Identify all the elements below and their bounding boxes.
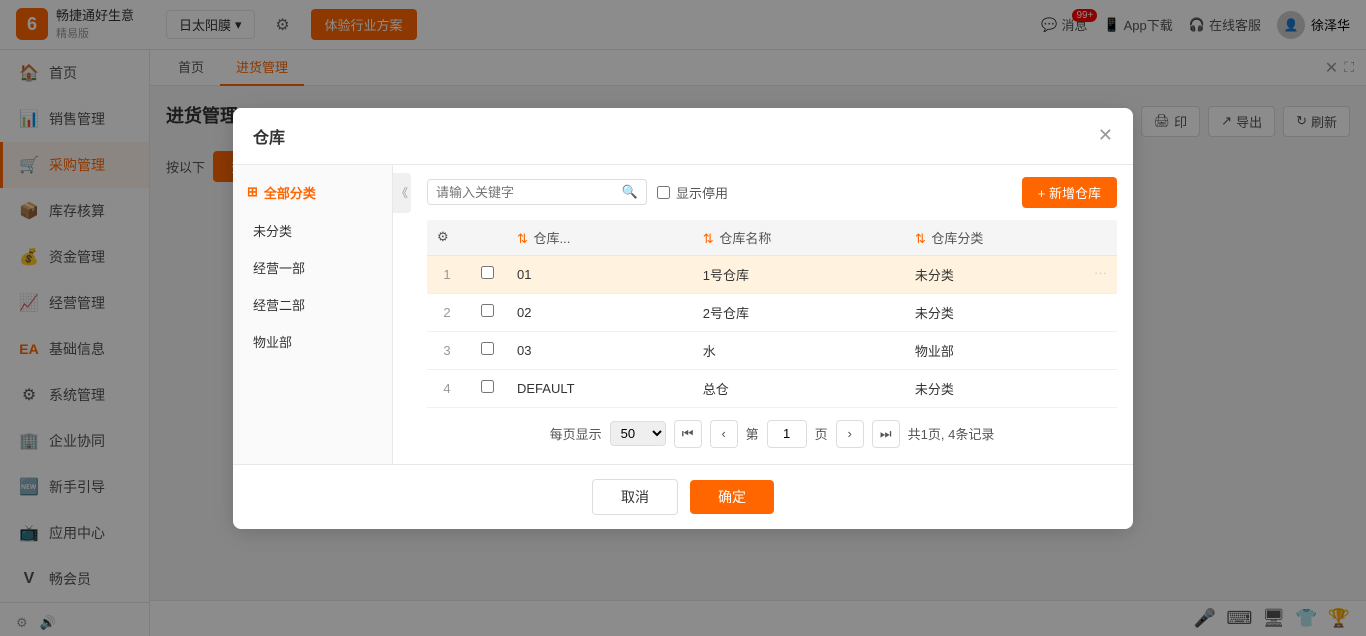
modal-sidebar-item-0[interactable]: 未分类 (233, 212, 392, 249)
th-gear[interactable]: ⚙ (427, 220, 467, 256)
th-code[interactable]: ⇅ 仓库... (507, 220, 693, 256)
table-container: ⚙ ⇅ 仓库... ⇅ 仓库名称 (427, 220, 1117, 408)
td-check (467, 369, 507, 407)
row-more-icon[interactable]: ··· (1094, 265, 1107, 280)
modal-sidebar: ⊞ 全部分类 未分类 经营一部 经营二部 物业部 (233, 165, 393, 464)
td-rownum: 2 (427, 293, 467, 331)
modal-sidebar-item-3[interactable]: 物业部 (233, 323, 392, 360)
td-name: 1号仓库 (693, 255, 905, 293)
th-name[interactable]: ⇅ 仓库名称 (693, 220, 905, 256)
modal-header: 仓库 ✕ (233, 108, 1133, 165)
confirm-button[interactable]: 确定 (690, 480, 774, 514)
row-checkbox-1[interactable] (481, 304, 494, 317)
per-page-label: 每页显示 (550, 424, 602, 443)
sort-icon-category: ⇅ (915, 231, 926, 246)
modal-sidebar-item-2[interactable]: 经营二部 (233, 286, 392, 323)
total-info: 共1页, 4条记录 (908, 424, 995, 443)
row-checkbox-2[interactable] (481, 342, 494, 355)
modal-sidebar-item-1[interactable]: 经营一部 (233, 249, 392, 286)
modal-close-icon[interactable]: ✕ (1098, 125, 1113, 146)
td-code: DEFAULT (507, 369, 693, 407)
show-disabled-checkbox[interactable] (657, 186, 670, 199)
td-name: 总仓 (693, 369, 905, 407)
page-label: 第 (746, 424, 759, 443)
per-page-select[interactable]: 50 100 200 (610, 421, 666, 446)
page-input[interactable] (767, 420, 807, 448)
modal-toolbar: 🔍 显示停用 + 新增仓库 (427, 177, 1117, 208)
td-category: 物业部 (905, 331, 1117, 369)
search-box: 🔍 (427, 179, 647, 205)
page-unit: 页 (815, 424, 828, 443)
pagination: 每页显示 50 100 200 ⏮ ‹ 第 页 › ⏭ 共1页, 4条记录 (427, 408, 1117, 452)
table-row[interactable]: 1 01 1号仓库 未分类··· (427, 255, 1117, 293)
table-row[interactable]: 3 03 水 物业部 (427, 331, 1117, 369)
collapse-icon: 《 (396, 184, 408, 201)
warehouse-table: ⚙ ⇅ 仓库... ⇅ 仓库名称 (427, 220, 1117, 408)
grid-icon: ⊞ (247, 184, 258, 200)
th-category[interactable]: ⇅ 仓库分类 (905, 220, 1117, 256)
search-input[interactable] (436, 185, 616, 200)
sort-icon-name: ⇅ (703, 231, 714, 246)
cancel-button[interactable]: 取消 (592, 479, 678, 515)
table-row[interactable]: 2 02 2号仓库 未分类 (427, 293, 1117, 331)
modal-sidebar-all[interactable]: ⊞ 全部分类 (233, 173, 392, 212)
td-check (467, 255, 507, 293)
td-code: 02 (507, 293, 693, 331)
all-category-label: 全部分类 (264, 183, 316, 202)
modal-footer: 取消 确定 (233, 464, 1133, 529)
td-category: 未分类 (905, 293, 1117, 331)
td-rownum: 3 (427, 331, 467, 369)
table-row[interactable]: 4 DEFAULT 总仓 未分类 (427, 369, 1117, 407)
td-name: 2号仓库 (693, 293, 905, 331)
prev-page-button[interactable]: ‹ (710, 420, 738, 448)
first-page-button[interactable]: ⏮ (674, 420, 702, 448)
next-page-button[interactable]: › (836, 420, 864, 448)
td-code: 03 (507, 331, 693, 369)
modal-overlay: 仓库 ✕ ⊞ 全部分类 未分类 经营一部 经营二部 物业部 《 (0, 0, 1366, 636)
modal-main: 🔍 显示停用 + 新增仓库 ⚙ (411, 165, 1133, 464)
collapse-sidebar-button[interactable]: 《 (393, 173, 411, 213)
show-disabled-toggle[interactable]: 显示停用 (657, 183, 728, 202)
td-category: 未分类··· (905, 255, 1117, 293)
th-check (467, 220, 507, 256)
search-icon: 🔍 (622, 184, 638, 200)
last-page-button[interactable]: ⏭ (872, 420, 900, 448)
td-rownum: 1 (427, 255, 467, 293)
td-category: 未分类 (905, 369, 1117, 407)
td-check (467, 331, 507, 369)
modal-title: 仓库 (253, 124, 285, 148)
row-checkbox-3[interactable] (481, 380, 494, 393)
td-rownum: 4 (427, 369, 467, 407)
modal-body: ⊞ 全部分类 未分类 经营一部 经营二部 物业部 《 🔍 (233, 165, 1133, 464)
add-warehouse-button[interactable]: + 新增仓库 (1022, 177, 1117, 208)
warehouse-modal: 仓库 ✕ ⊞ 全部分类 未分类 经营一部 经营二部 物业部 《 (233, 108, 1133, 529)
td-code: 01 (507, 255, 693, 293)
td-name: 水 (693, 331, 905, 369)
sort-icon-code: ⇅ (517, 231, 528, 246)
td-check (467, 293, 507, 331)
row-checkbox-0[interactable] (481, 266, 494, 279)
show-disabled-label: 显示停用 (676, 183, 728, 202)
